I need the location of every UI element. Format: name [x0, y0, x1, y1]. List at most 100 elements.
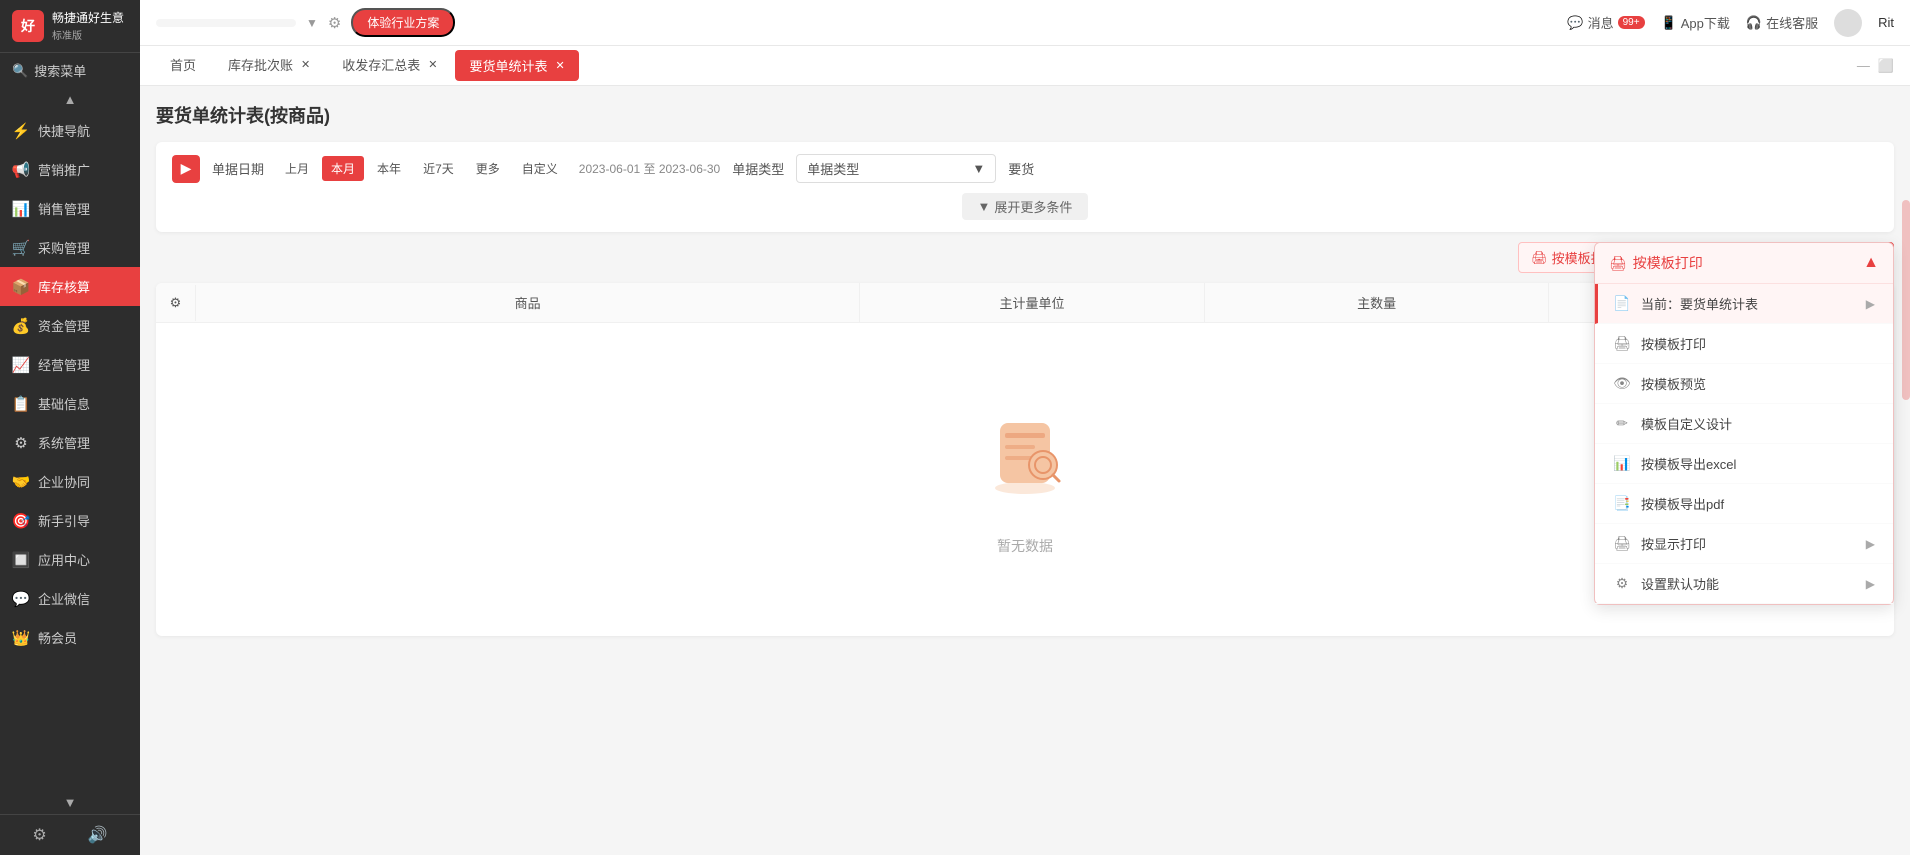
tab-maximize-icon[interactable]: ⬜: [1878, 58, 1894, 74]
dropdown-item-export-excel-label: 按模板导出excel: [1641, 454, 1736, 473]
tab-home-label: 首页: [170, 55, 196, 74]
sidebar-search-label: 搜索菜单: [34, 61, 86, 80]
popup-header: 🖨 按模板打印 ▲: [1595, 243, 1893, 284]
th-product: 商品: [196, 283, 860, 322]
sidebar-item-member[interactable]: 👑 畅会员: [0, 618, 140, 657]
sidebar-item-finance[interactable]: 💰 资金管理: [0, 306, 140, 345]
sidebar-search[interactable]: 🔍 搜索菜单: [0, 53, 140, 88]
online-service-item[interactable]: 🎧 在线客服: [1746, 13, 1818, 32]
sidebar-item-collab[interactable]: 🤝 企业协同: [0, 462, 140, 501]
date-btn-custom[interactable]: 自定义: [513, 156, 567, 181]
dropdown-item-template-custom[interactable]: ✏ 模板自定义设计: [1595, 404, 1893, 444]
popup-title-text: 按模板打印: [1633, 253, 1703, 273]
date-buttons: 上月 本月 本年 近7天 更多 自定义: [276, 156, 567, 181]
sidebar-item-sales[interactable]: 📊 销售管理: [0, 189, 140, 228]
tab-home[interactable]: 首页: [156, 47, 210, 84]
speaker-icon[interactable]: 🔊: [88, 825, 108, 845]
sidebar-item-purchase[interactable]: 🛒 采购管理: [0, 228, 140, 267]
template-print-item-icon: 🖨: [1613, 335, 1631, 352]
sidebar-item-inventory[interactable]: 📦 库存核算: [0, 267, 140, 306]
sidebar-item-operation-label: 经营管理: [38, 355, 90, 374]
system-icon: ⚙: [12, 434, 30, 452]
topbar: ▼ ⚙ 体验行业方案 💬 消息 99+ 📱 App下载 🎧 在线客服 Rit: [140, 0, 1910, 46]
sidebar-item-app-center-label: 应用中心: [38, 550, 90, 569]
dropdown-item-export-pdf[interactable]: 📑 按模板导出pdf: [1595, 484, 1893, 524]
sidebar-item-quick-nav-label: 快捷导航: [38, 121, 90, 140]
dropdown-item-template-print-label: 按模板打印: [1641, 334, 1706, 353]
tab-batch-accounts-close[interactable]: ✕: [301, 58, 310, 71]
date-btn-more[interactable]: 更多: [467, 156, 509, 181]
dropdown-item-set-default[interactable]: ⚙ 设置默认功能 ▶: [1595, 564, 1893, 604]
popup-print-icon: 🖨: [1609, 255, 1627, 272]
sidebar-item-guide[interactable]: 🎯 新手引导: [0, 501, 140, 540]
template-custom-item-icon: ✏: [1613, 415, 1631, 432]
date-btn-this-month[interactable]: 本月: [322, 156, 364, 181]
right-scrollbar[interactable]: [1902, 200, 1910, 400]
trial-button[interactable]: 体验行业方案: [351, 8, 455, 37]
th-settings[interactable]: ⚙: [156, 285, 196, 321]
dropdown-item-export-excel[interactable]: 📊 按模板导出excel: [1595, 444, 1893, 484]
sidebar-item-quick-nav[interactable]: ⚡ 快捷导航: [0, 111, 140, 150]
topbar-dropdown-arrow[interactable]: ▼: [306, 16, 318, 30]
sidebar-item-system[interactable]: ⚙ 系统管理: [0, 423, 140, 462]
inventory-icon: 📦: [12, 278, 30, 296]
sidebar-item-corp-wechat[interactable]: 💬 企业微信: [0, 579, 140, 618]
dropdown-item-template-print[interactable]: 🖨 按模板打印: [1595, 324, 1893, 364]
type-filter-select[interactable]: 单据类型 ▼: [796, 154, 996, 183]
filter-row-1: ▶ 单据日期 上月 本月 本年 近7天 更多 自定义 2023-06-01 至 …: [172, 154, 1878, 183]
tab-order-stats[interactable]: 要货单统计表 ✕: [455, 50, 578, 81]
dropdown-item-current[interactable]: 📄 当前：要货单统计表 ▶: [1595, 284, 1893, 324]
message-item[interactable]: 💬 消息 99+: [1567, 13, 1644, 32]
sidebar-item-marketing[interactable]: 📢 营销推广: [0, 150, 140, 189]
sidebar-scroll-down[interactable]: ▼: [0, 791, 140, 814]
message-icon: 💬: [1567, 15, 1583, 31]
popup-close-btn[interactable]: ▲: [1863, 254, 1879, 272]
settings-bottom-icon[interactable]: ⚙: [32, 825, 46, 845]
marketing-icon: 📢: [12, 161, 30, 179]
sidebar-item-purchase-label: 采购管理: [38, 238, 90, 257]
expand-more-btn[interactable]: ▼ 展开更多条件: [962, 193, 1089, 220]
date-filter-label: 单据日期: [212, 159, 264, 178]
type-select-arrow: ▼: [972, 161, 985, 176]
sidebar-scroll-up[interactable]: ▲: [0, 88, 140, 111]
date-btn-last-month[interactable]: 上月: [276, 156, 318, 181]
date-btn-7days[interactable]: 近7天: [414, 156, 463, 181]
sidebar-item-app-center[interactable]: 🔲 应用中心: [0, 540, 140, 579]
sidebar-item-operation[interactable]: 📈 经营管理: [0, 345, 140, 384]
topbar-gear-icon[interactable]: ⚙: [328, 14, 341, 32]
username-label: Rit: [1878, 15, 1894, 30]
sidebar-item-sales-label: 销售管理: [38, 199, 90, 218]
tab-order-stats-label: 要货单统计表: [469, 56, 547, 75]
dropdown-item-display-print[interactable]: 🖨 按显示打印 ▶: [1595, 524, 1893, 564]
message-label: 消息: [1588, 13, 1614, 32]
tab-receivable-summary[interactable]: 收发存汇总表 ✕: [328, 47, 451, 84]
dropdown-item-current-label: 当前：要货单统计表: [1641, 294, 1758, 313]
template-preview-item-icon: 👁: [1613, 375, 1631, 392]
template-print-dropdown: 🖨 按模板打印 ▲ 📄 当前：要货单统计表 ▶ 🖨 按模板打印 👁 按模板预: [1594, 242, 1894, 605]
logo-text-block: 畅捷通好生意 标准版: [52, 10, 124, 42]
order-filter-label: 要货: [1008, 159, 1034, 178]
display-print-item-icon: 🖨: [1613, 535, 1631, 552]
export-excel-item-icon: 📊: [1613, 455, 1631, 472]
sidebar-item-finance-label: 资金管理: [38, 316, 90, 335]
tabbar: 首页 库存批次账 ✕ 收发存汇总表 ✕ 要货单统计表 ✕ — ⬜: [140, 46, 1910, 86]
tab-order-stats-close[interactable]: ✕: [556, 59, 565, 72]
topbar-search-box[interactable]: [156, 19, 296, 27]
filter-collapse-btn[interactable]: ▶: [172, 155, 200, 183]
sidebar-item-basic[interactable]: 📋 基础信息: [0, 384, 140, 423]
toolbar: 🖨 按模板打印 ▲ ↑ 导出 ↺ 刷新 ⋯ 查询 设置: [156, 242, 1894, 273]
printer-icon: 🖨: [1531, 250, 1548, 266]
app-logo: 好 畅捷通好生意 标准版: [0, 0, 140, 53]
user-avatar[interactable]: [1834, 9, 1862, 37]
tab-receivable-summary-close[interactable]: ✕: [428, 58, 437, 71]
app-badge: 标准版: [52, 27, 124, 42]
sidebar: 好 畅捷通好生意 标准版 🔍 搜索菜单 ▲ ⚡ 快捷导航 📢 营销推广 📊 销售…: [0, 0, 140, 855]
dropdown-item-template-preview[interactable]: 👁 按模板预览: [1595, 364, 1893, 404]
set-default-item-icon: ⚙: [1613, 575, 1631, 592]
sidebar-item-guide-label: 新手引导: [38, 511, 90, 530]
tab-minimize-icon[interactable]: —: [1857, 58, 1870, 73]
date-btn-this-year[interactable]: 本年: [368, 156, 410, 181]
app-download-item[interactable]: 📱 App下载: [1661, 13, 1730, 32]
tab-batch-accounts[interactable]: 库存批次账 ✕: [214, 47, 324, 84]
basic-icon: 📋: [12, 395, 30, 413]
